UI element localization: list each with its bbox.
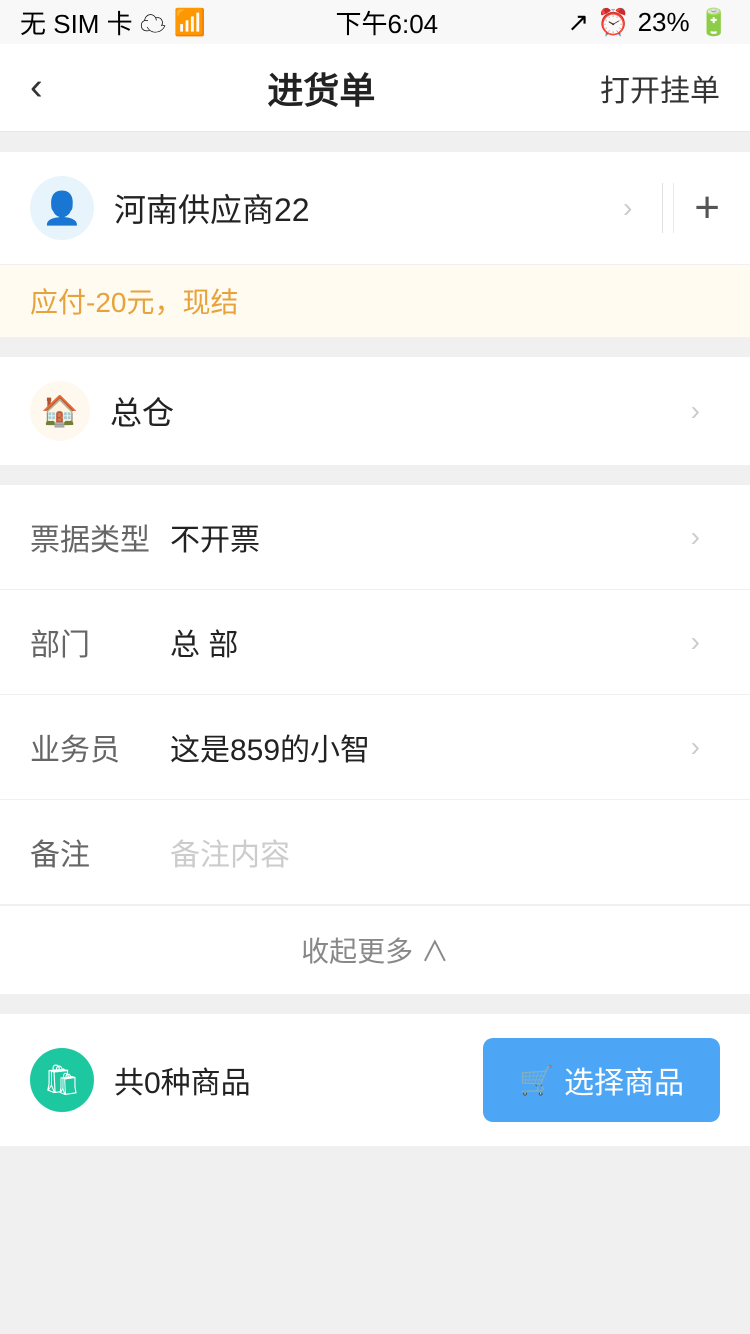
salesperson-row[interactable]: 业务员 这是859的小智 ›	[0, 695, 750, 800]
chevron-right-icon: ›	[623, 192, 632, 224]
supplier-name: 河南供应商22	[114, 185, 623, 231]
collapse-label: 收起更多 ∧	[301, 930, 449, 970]
house-icon: 🏠	[41, 394, 78, 429]
status-left: 无 SIM 卡 ☁ 📶	[20, 4, 206, 41]
department-value: 总 部	[160, 620, 691, 664]
department-row[interactable]: 部门 总 部 ›	[0, 590, 750, 695]
open-pending-button[interactable]: 打开挂单	[600, 66, 720, 110]
status-bar: 无 SIM 卡 ☁ 📶 下午6:04 ↗ ⏰ 23% 🔋	[0, 0, 750, 44]
select-icon: 🛒	[519, 1064, 554, 1097]
invoice-type-label: 票据类型	[30, 515, 160, 559]
invoice-type-value: 不开票	[160, 515, 691, 559]
location-icon: ↗	[567, 7, 589, 38]
nav-bar: ‹ 进货单 打开挂单	[0, 44, 750, 132]
section-gap-1	[0, 132, 750, 152]
product-count: 共0种商品	[114, 1058, 483, 1102]
chevron-right-icon: ›	[691, 395, 700, 427]
cart-icon: 🛍	[43, 1063, 81, 1098]
section-gap-2	[0, 337, 750, 357]
warehouse-card: 🏠 总仓 ›	[0, 357, 750, 465]
warehouse-icon-container: 🏠	[30, 381, 90, 441]
product-icon-container: 🛍	[30, 1048, 94, 1112]
supplier-row[interactable]: 👤 河南供应商22 › +	[0, 152, 750, 265]
battery-label: 23%	[638, 7, 690, 38]
warehouse-name: 总仓	[110, 388, 691, 434]
notice-bar: 应付-20元，现结	[0, 265, 750, 337]
avatar: 👤	[30, 176, 94, 240]
wifi-icon: 📶	[174, 7, 206, 38]
remark-row[interactable]: 备注 备注内容	[0, 800, 750, 905]
alarm-icon: ⏰	[597, 7, 629, 38]
chevron-right-icon: ›	[691, 731, 700, 763]
remark-input[interactable]: 备注内容	[160, 830, 720, 874]
page-title: 进货单	[267, 62, 375, 114]
remark-label: 备注	[30, 830, 160, 874]
salesperson-label: 业务员	[30, 725, 160, 769]
salesperson-value: 这是859的小智	[160, 725, 691, 769]
invoice-type-row[interactable]: 票据类型 不开票 ›	[0, 485, 750, 590]
status-right: ↗ ⏰ 23% 🔋	[567, 7, 730, 38]
product-section: 🛍 共0种商品 🛒 选择商品	[0, 1014, 750, 1146]
person-icon: 👤	[42, 189, 82, 227]
select-product-button[interactable]: 🛒 选择商品	[483, 1038, 720, 1122]
form-section: 票据类型 不开票 › 部门 总 部 › 业务员 这是859的小智 › 备注 备注…	[0, 485, 750, 994]
notice-text: 应付-20元，现结	[30, 287, 238, 318]
select-btn-label: 选择商品	[564, 1058, 684, 1102]
chevron-right-icon: ›	[691, 521, 700, 553]
battery-icon: 🔋	[698, 7, 730, 38]
status-time: 下午6:04	[336, 4, 439, 41]
warehouse-row[interactable]: 🏠 总仓 ›	[0, 357, 750, 465]
collapse-button[interactable]: 收起更多 ∧	[0, 905, 750, 994]
department-label: 部门	[30, 620, 160, 664]
supplier-card: 👤 河南供应商22 › + 应付-20元，现结	[0, 152, 750, 337]
add-supplier-button[interactable]: +	[673, 183, 720, 233]
sim-label: 无 SIM 卡 ☁	[20, 4, 166, 41]
chevron-right-icon: ›	[691, 626, 700, 658]
divider	[662, 183, 663, 233]
back-button[interactable]: ‹	[30, 66, 43, 109]
